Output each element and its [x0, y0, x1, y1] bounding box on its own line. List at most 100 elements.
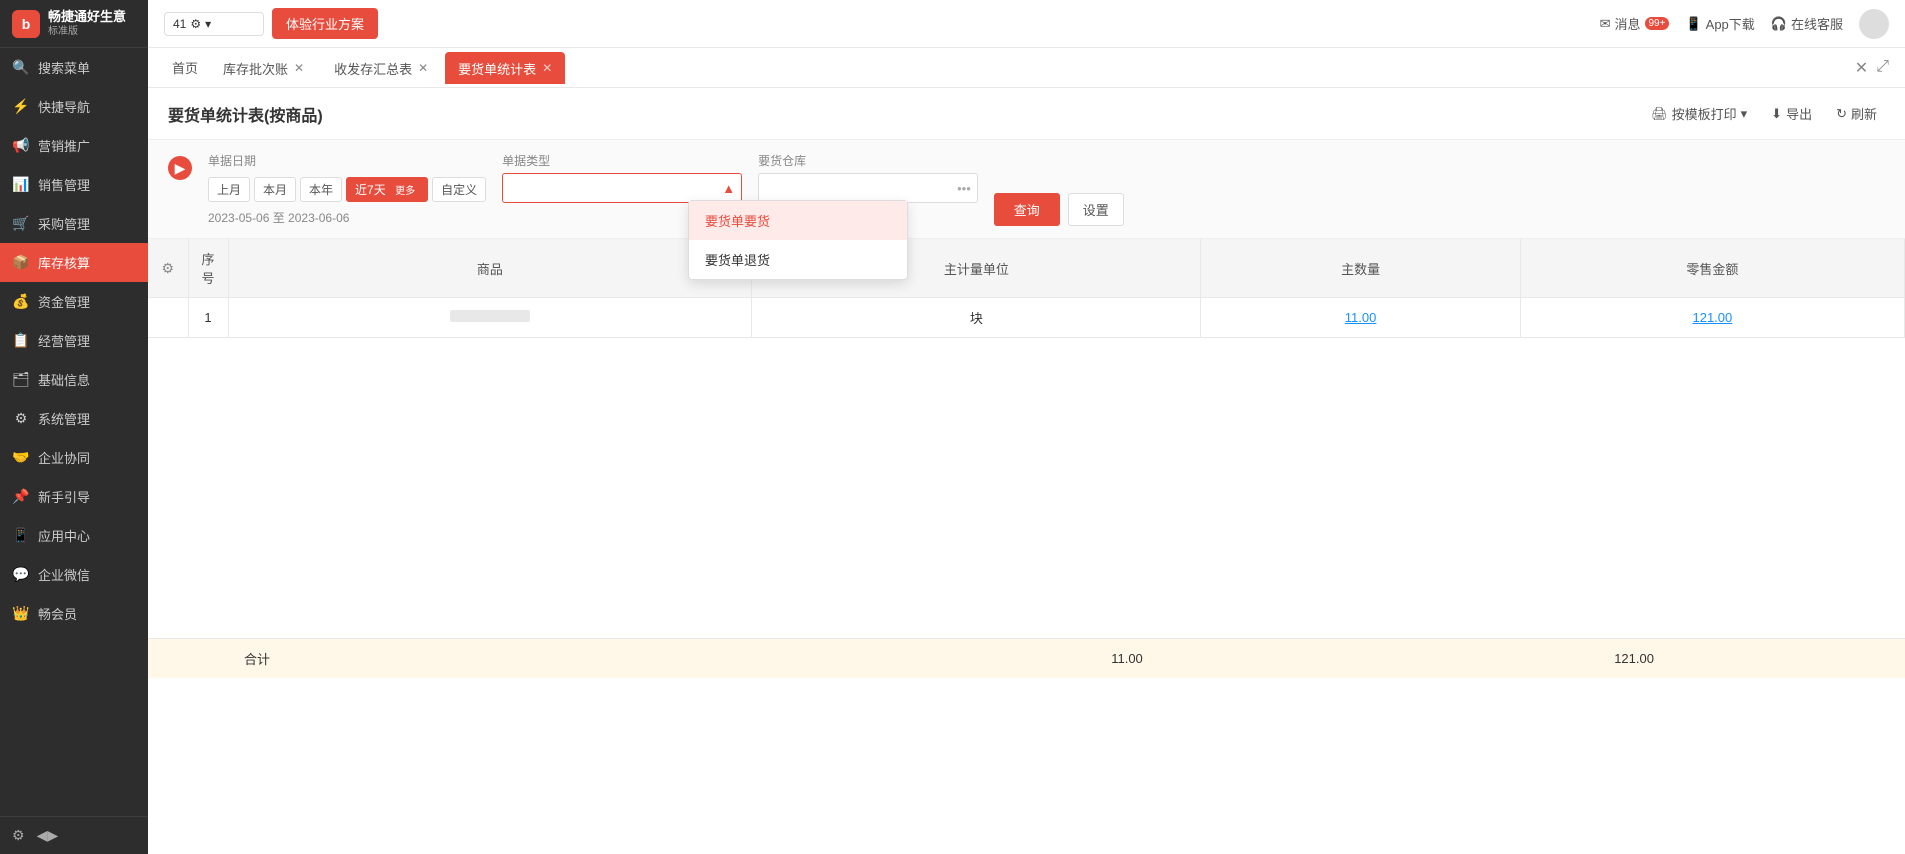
sidebar-item-label: 新手引导: [38, 487, 90, 506]
refresh-btn[interactable]: ↻ 刷新: [1828, 100, 1885, 127]
warehouse-filter-label: 要货仓库: [758, 152, 978, 169]
warehouse-input[interactable]: [759, 181, 951, 196]
type-filter-group: 单据类型 ▲: [502, 152, 742, 203]
sidebar-item-member[interactable]: 👑 畅会员: [0, 594, 148, 633]
sidebar-item-label: 企业协同: [38, 448, 90, 467]
tab-order-stats[interactable]: 要货单统计表 ✕: [445, 52, 565, 84]
topbar: 41 ⚙ ▾ 体验行业方案 ✉ 消息 99+ 📱 App下载 🎧 在线客服: [148, 0, 1905, 48]
filter-expand-btn[interactable]: ▶: [168, 156, 192, 180]
sidebar-item-search[interactable]: 🔍 搜索菜单: [0, 48, 148, 87]
sales-icon: 📊: [12, 176, 30, 194]
user-avatar[interactable]: [1859, 9, 1889, 39]
dropdown-item-1[interactable]: 要货单退货: [689, 240, 907, 279]
sidebar-item-appcenter[interactable]: 📱 应用中心: [0, 516, 148, 555]
date-btn-this-year[interactable]: 本年: [300, 177, 342, 202]
table-body: 1 块 11.00 121.00: [148, 298, 1905, 338]
tab-close-icon[interactable]: ✕: [542, 61, 552, 75]
date-btn-this-month[interactable]: 本月: [254, 177, 296, 202]
export-btn[interactable]: ⬇ 导出: [1763, 100, 1820, 127]
sidebar-item-label: 搜索菜单: [38, 58, 90, 77]
row-product-cell: [228, 298, 752, 338]
type-filter-input-wrap: ▲: [502, 173, 742, 203]
trial-btn[interactable]: 体验行业方案: [272, 8, 378, 39]
messages-label: 消息: [1614, 14, 1640, 33]
sidebar-item-system[interactable]: ⚙ 系统管理: [0, 399, 148, 438]
online-service-btn[interactable]: 🎧 在线客服: [1771, 14, 1843, 33]
close-all-icon[interactable]: ✕: [1855, 58, 1868, 78]
filter-settings-btn[interactable]: 设置: [1068, 193, 1124, 226]
sidebar-item-quicknav[interactable]: ⚡ 快捷导航: [0, 87, 148, 126]
sidebar-item-label: 应用中心: [38, 526, 90, 545]
gear-icon: ⚙: [190, 17, 201, 31]
system-icon: ⚙: [12, 410, 30, 428]
page-title: 要货单统计表(按商品): [168, 102, 323, 126]
tab-close-icon[interactable]: ✕: [294, 61, 304, 75]
sidebar-item-basic[interactable]: 🗂 基础信息: [0, 360, 148, 399]
table-settings-icon[interactable]: ⚙: [161, 260, 174, 276]
sidebar-item-purchase[interactable]: 🛒 采购管理: [0, 204, 148, 243]
finance-icon: 💰: [12, 293, 30, 311]
type-dropdown-arrow[interactable]: ▲: [716, 181, 741, 196]
sidebar-item-wechat[interactable]: 💬 企业微信: [0, 555, 148, 594]
messages-btn[interactable]: ✉ 消息 99+: [1600, 14, 1670, 33]
app-download-btn[interactable]: 📱 App下载: [1685, 14, 1754, 33]
sidebar-item-collab[interactable]: 🤝 企业协同: [0, 438, 148, 477]
warehouse-input-wrap: •••: [758, 173, 978, 203]
sidebar-item-label: 企业微信: [38, 565, 90, 584]
date-btn-last-month[interactable]: 上月: [208, 177, 250, 202]
sidebar-item-marketing[interactable]: 📢 营销推广: [0, 126, 148, 165]
sidebar-item-inventory[interactable]: 📦 库存核算: [0, 243, 148, 282]
type-filter-input[interactable]: [503, 181, 716, 196]
main-content: 41 ⚙ ▾ 体验行业方案 ✉ 消息 99+ 📱 App下载 🎧 在线客服: [148, 0, 1905, 854]
chevron-down-icon: ▾: [1741, 106, 1748, 122]
filter-bar: ▶ 单据日期 上月 本月 本年 近7天 更多 自定义 2023-05-06: [148, 140, 1905, 239]
message-icon: ✉: [1600, 16, 1611, 32]
chevron-down-icon: ▾: [205, 17, 211, 31]
query-btn[interactable]: 查询: [994, 193, 1060, 226]
tab-home[interactable]: 首页: [164, 52, 206, 83]
date-btn-custom[interactable]: 自定义: [432, 177, 486, 202]
warehouse-more-icon[interactable]: •••: [951, 181, 977, 196]
sidebar-item-sales[interactable]: 📊 销售管理: [0, 165, 148, 204]
col-header-settings: ⚙: [148, 239, 188, 298]
page-content: 要货单统计表(按商品) 🖨 按模板打印 ▾ ⬇ 导出 ↻ 刷新: [148, 88, 1905, 854]
company-selector[interactable]: 41 ⚙ ▾: [164, 12, 264, 36]
type-filter-label: 单据类型: [502, 152, 742, 169]
sidebar-nav: 🔍 搜索菜单 ⚡ 快捷导航 📢 营销推广 📊 销售管理 🛒 采购管理 📦 库存核…: [0, 48, 148, 816]
tab-label: 收发存汇总表: [334, 59, 412, 78]
expand-tabs-icon[interactable]: ⤢: [1876, 58, 1889, 78]
wechat-icon: 💬: [12, 566, 30, 584]
sidebar-item-label: 营销推广: [38, 136, 90, 155]
total-label: 合计: [228, 639, 687, 678]
date-filter-label: 单据日期: [208, 152, 486, 169]
sidebar-item-guide[interactable]: 📌 新手引导: [0, 477, 148, 516]
sidebar-item-label: 经营管理: [38, 331, 90, 350]
tab-close-icon[interactable]: ✕: [418, 61, 428, 75]
sidebar-item-label: 基础信息: [38, 370, 90, 389]
date-btn-7days[interactable]: 近7天 更多: [346, 177, 428, 202]
row-settings-cell: [148, 298, 188, 338]
settings-footer-icon[interactable]: ⚙: [12, 827, 25, 844]
phone-icon: 📱: [1685, 16, 1701, 32]
col-header-amount: 零售金额: [1520, 239, 1904, 298]
sidebar-item-label: 库存核算: [38, 253, 90, 272]
appcenter-icon: 📱: [12, 527, 30, 545]
sidebar-item-finance[interactable]: 💰 资金管理: [0, 282, 148, 321]
tab-receipt-summary[interactable]: 收发存汇总表 ✕: [321, 52, 441, 84]
sidebar-item-label: 资金管理: [38, 292, 90, 311]
total-amount: 121.00: [1363, 639, 1905, 678]
messages-badge: 99+: [1645, 17, 1670, 30]
col-header-quantity: 主数量: [1201, 239, 1520, 298]
sidebar-item-operations[interactable]: 📋 经营管理: [0, 321, 148, 360]
export-icon: ⬇: [1771, 106, 1782, 122]
product-placeholder: [450, 310, 530, 322]
date-range: 2023-05-06 至 2023-06-06: [208, 209, 486, 226]
collapse-icon[interactable]: ◀▶: [37, 827, 59, 844]
dropdown-item-0[interactable]: 要货单要货: [689, 201, 907, 240]
sidebar-item-label: 销售管理: [38, 175, 90, 194]
search-icon: 🔍: [12, 59, 30, 77]
tab-inventory-batch[interactable]: 库存批次账 ✕: [210, 52, 317, 84]
print-btn[interactable]: 🖨 按模板打印 ▾: [1643, 100, 1755, 127]
sidebar-item-label: 采购管理: [38, 214, 90, 233]
row-amount-cell: 121.00: [1520, 298, 1904, 338]
